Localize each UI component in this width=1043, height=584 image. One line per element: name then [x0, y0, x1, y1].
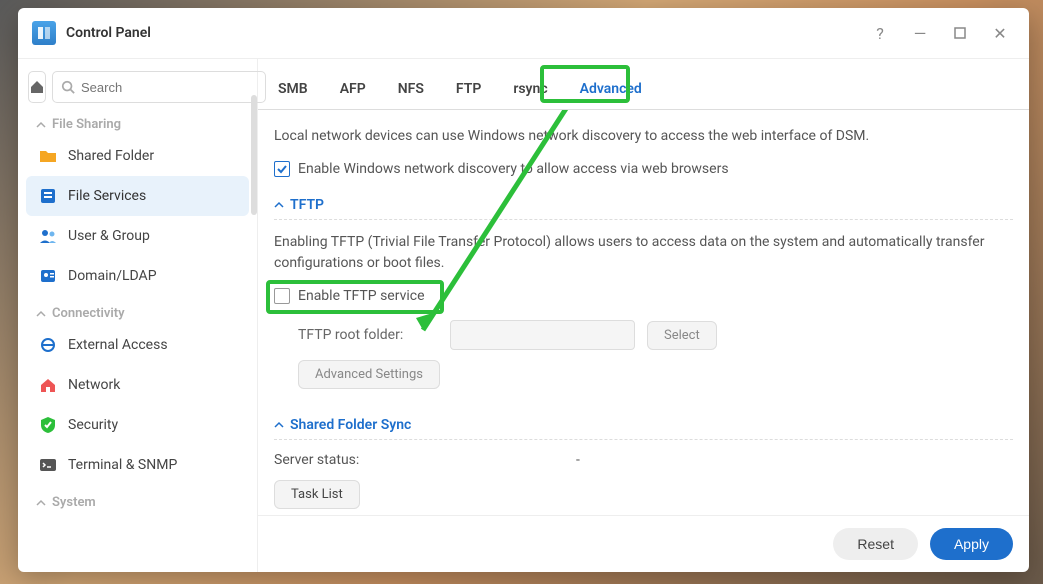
chevron-up-icon	[36, 498, 46, 508]
folder-icon	[38, 146, 58, 166]
enable-tftp-label: Enable TFTP service	[298, 288, 425, 304]
sidebar-item-label: Security	[68, 417, 118, 433]
sidebar-item-network[interactable]: Network	[26, 365, 249, 405]
server-status-value: -	[576, 452, 580, 468]
sidebar-item-label: Terminal & SNMP	[68, 457, 177, 473]
chevron-up-icon	[36, 309, 46, 319]
shield-icon	[38, 415, 58, 435]
tab-ftp[interactable]: FTP	[452, 75, 485, 109]
tab-nfs[interactable]: NFS	[394, 75, 428, 109]
chevron-up-icon	[274, 200, 284, 210]
search-icon	[61, 80, 75, 94]
discovery-description: Local network devices can use Windows ne…	[274, 126, 1013, 147]
advanced-settings-button[interactable]: Advanced Settings	[298, 360, 440, 389]
home-icon	[38, 375, 58, 395]
search-input[interactable]	[81, 80, 257, 95]
sidebar-item-label: Network	[68, 377, 120, 393]
section-tftp-header[interactable]: TFTP	[274, 193, 1013, 220]
chevron-up-icon	[36, 120, 46, 130]
minimize-button[interactable]: —	[905, 18, 935, 48]
maximize-button[interactable]	[945, 18, 975, 48]
close-button[interactable]: ✕	[985, 18, 1015, 48]
select-button[interactable]: Select	[647, 321, 717, 350]
control-panel-icon	[32, 21, 56, 45]
file-icon	[38, 186, 58, 206]
sidebar-item-user-group[interactable]: User & Group	[26, 216, 249, 256]
section-system[interactable]: System	[24, 485, 251, 514]
users-icon	[38, 226, 58, 246]
terminal-icon	[38, 455, 58, 475]
sidebar-item-label: Shared Folder	[68, 148, 154, 164]
enable-discovery-label: Enable Windows network discovery to allo…	[298, 161, 729, 177]
sidebar-item-label: Domain/LDAP	[68, 268, 157, 284]
sidebar-item-label: File Services	[68, 188, 146, 204]
link-icon	[38, 335, 58, 355]
tftp-root-label: TFTP root folder:	[298, 327, 438, 343]
search-input-container[interactable]	[52, 71, 266, 103]
sidebar: File Sharing Shared Folder File Services…	[18, 59, 258, 572]
sidebar-item-external-access[interactable]: External Access	[26, 325, 249, 365]
id-icon	[38, 266, 58, 286]
tab-advanced[interactable]: Advanced	[576, 75, 646, 109]
tftp-root-input[interactable]	[450, 320, 635, 350]
enable-discovery-checkbox[interactable]	[274, 161, 290, 177]
tab-afp[interactable]: AFP	[336, 75, 370, 109]
sidebar-item-label: User & Group	[68, 228, 150, 244]
section-shared-folder-sync-header[interactable]: Shared Folder Sync	[274, 413, 1013, 440]
task-list-button[interactable]: Task List	[274, 480, 360, 509]
titlebar: Control Panel ? — ✕	[18, 8, 1029, 59]
sidebar-item-file-services[interactable]: File Services	[26, 176, 249, 216]
content-area: Local network devices can use Windows ne…	[258, 110, 1029, 515]
chevron-up-icon	[274, 420, 284, 430]
sidebar-item-domain-ldap[interactable]: Domain/LDAP	[26, 256, 249, 296]
window-title: Control Panel	[66, 25, 151, 41]
footer: Reset Apply	[258, 515, 1029, 572]
sidebar-item-shared-folder[interactable]: Shared Folder	[26, 136, 249, 176]
sidebar-item-security[interactable]: Security	[26, 405, 249, 445]
apply-button[interactable]: Apply	[930, 528, 1013, 560]
section-file-sharing[interactable]: File Sharing	[24, 107, 251, 136]
server-status-label: Server status:	[274, 452, 564, 468]
reset-button[interactable]: Reset	[833, 528, 918, 560]
sidebar-item-terminal-snmp[interactable]: Terminal & SNMP	[26, 445, 249, 485]
tabs: SMB AFP NFS FTP rsync Advanced	[258, 59, 1029, 110]
tab-rsync[interactable]: rsync	[509, 75, 551, 109]
sidebar-item-label: External Access	[68, 337, 168, 353]
tftp-description: Enabling TFTP (Trivial File Transfer Pro…	[274, 232, 1013, 274]
home-button[interactable]	[28, 71, 46, 103]
section-connectivity[interactable]: Connectivity	[24, 296, 251, 325]
enable-tftp-checkbox[interactable]	[274, 288, 290, 304]
tab-smb[interactable]: SMB	[274, 75, 312, 109]
help-button[interactable]: ?	[865, 18, 895, 48]
